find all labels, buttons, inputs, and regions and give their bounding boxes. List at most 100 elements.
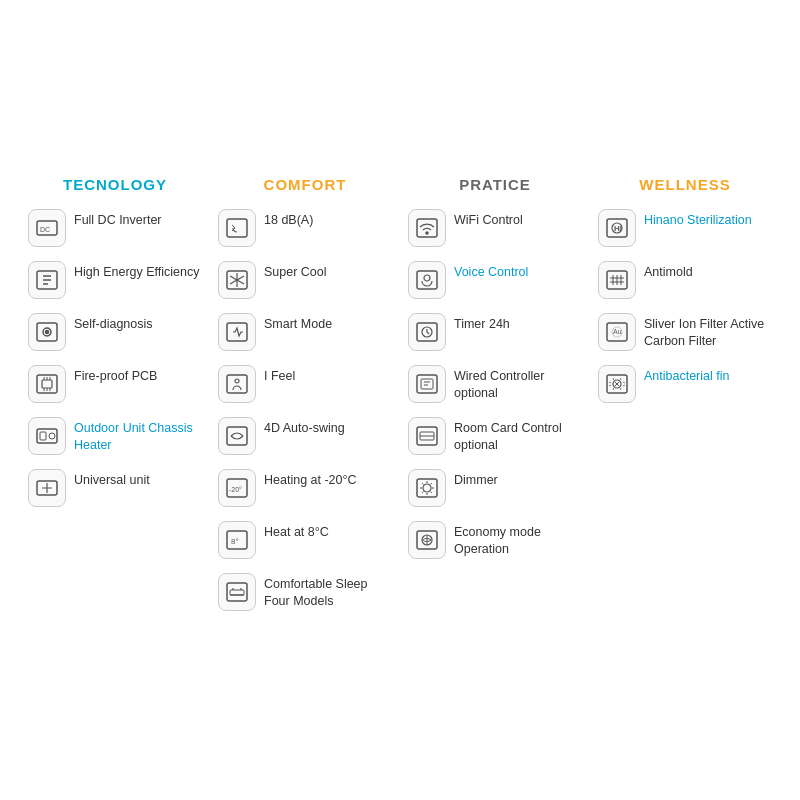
column-pratice: PRATICE WiFi Control xyxy=(400,176,590,625)
feature-timer: Timer 24h xyxy=(408,313,582,351)
feature-text-universal: Universal unit xyxy=(74,469,150,490)
icon-universal xyxy=(28,469,66,507)
feature-text-dimmer: Dimmer xyxy=(454,469,498,490)
feature-full-dc: DC Full DC Inverter xyxy=(28,209,202,247)
icon-ifeel xyxy=(218,365,256,403)
feature-text-full-dc: Full DC Inverter xyxy=(74,209,162,230)
feature-antimold: Antimold xyxy=(598,261,772,299)
icon-swing xyxy=(218,417,256,455)
svg-rect-18 xyxy=(227,427,247,445)
feature-antibac: Antibacterial fin xyxy=(598,365,772,403)
feature-text-voice: Voice Control xyxy=(454,261,528,282)
icon-heat20: -20° xyxy=(218,469,256,507)
feature-text-smart: Smart Mode xyxy=(264,313,332,334)
feature-text-ifeel: I Feel xyxy=(264,365,295,386)
icon-timer xyxy=(408,313,446,351)
feature-text-supercool: Super Cool xyxy=(264,261,327,282)
features-grid: TECNOLOGY DC Full DC Inverter xyxy=(10,156,790,645)
svg-rect-12 xyxy=(227,219,247,237)
icon-wired xyxy=(408,365,446,403)
feature-outdoor: Outdoor Unit Chassis Heater xyxy=(28,417,202,455)
svg-text:Hi: Hi xyxy=(614,224,622,233)
feature-text-outdoor: Outdoor Unit Chassis Heater xyxy=(74,417,202,455)
icon-card xyxy=(408,417,446,455)
icon-hinano: Hi xyxy=(598,209,636,247)
icon-sleep xyxy=(218,573,256,611)
icon-energy xyxy=(28,261,66,299)
feature-text-db: 18 dB(A) xyxy=(264,209,313,230)
feature-wired: Wired Controller optional xyxy=(408,365,582,403)
icon-heat8: 8° xyxy=(218,521,256,559)
feature-text-heat20: Heating at -20°C xyxy=(264,469,357,490)
feature-text-energy: High Energy Efficiency xyxy=(74,261,200,282)
svg-text:DC: DC xyxy=(40,226,50,233)
feature-text-antibac: Antibacterial fin xyxy=(644,365,729,386)
svg-point-5 xyxy=(46,330,49,333)
icon-silver: Au xyxy=(598,313,636,351)
column-comfort: COMFORT 18 dB(A) xyxy=(210,176,400,625)
comfort-title: COMFORT xyxy=(218,176,392,193)
feature-text-card: Room Card Control optional xyxy=(454,417,582,455)
wellness-title: WELLNESS xyxy=(598,176,772,193)
feature-text-timer: Timer 24h xyxy=(454,313,510,334)
feature-smart: Smart Mode xyxy=(218,313,392,351)
svg-rect-9 xyxy=(40,432,46,440)
svg-point-17 xyxy=(235,379,239,383)
feature-text-heat8: Heat at 8°C xyxy=(264,521,329,542)
icon-db xyxy=(218,209,256,247)
feature-selfdiag: Self-diagnosis xyxy=(28,313,202,351)
feature-text-silver: Sliver Ion Filter Active Carbon Filter xyxy=(644,313,772,351)
feature-voice: Voice Control xyxy=(408,261,582,299)
feature-text-antimold: Antimold xyxy=(644,261,693,282)
feature-dimmer: Dimmer xyxy=(408,469,582,507)
feature-heat20: -20° Heating at -20°C xyxy=(218,469,392,507)
feature-text-wired: Wired Controller optional xyxy=(454,365,582,403)
icon-antibac xyxy=(598,365,636,403)
icon-supercool xyxy=(218,261,256,299)
svg-text:8°: 8° xyxy=(231,537,239,546)
feature-text-sleep: Comfortable Sleep Four Models xyxy=(264,573,392,611)
feature-swing: 4D Auto-swing xyxy=(218,417,392,455)
icon-wifi xyxy=(408,209,446,247)
feature-heat8: 8° Heat at 8°C xyxy=(218,521,392,559)
feature-energy: High Energy Efficiency xyxy=(28,261,202,299)
svg-rect-31 xyxy=(417,375,437,393)
icon-dc: DC xyxy=(28,209,66,247)
main-container: TECNOLOGY DC Full DC Inverter xyxy=(0,0,800,800)
icon-voice xyxy=(408,261,446,299)
svg-rect-32 xyxy=(421,379,433,389)
feature-text-economy: Economy mode Operation xyxy=(454,521,582,559)
svg-rect-7 xyxy=(42,380,52,388)
tecnology-title: TECNOLOGY xyxy=(28,176,202,193)
feature-supercool: Super Cool xyxy=(218,261,392,299)
column-wellness: WELLNESS Hi Hinano Sterilization xyxy=(590,176,780,625)
icon-dimmer xyxy=(408,469,446,507)
icon-economy xyxy=(408,521,446,559)
svg-point-26 xyxy=(426,232,428,234)
feature-text-pcb: Fire-proof PCB xyxy=(74,365,157,386)
svg-rect-24 xyxy=(230,590,244,595)
svg-point-28 xyxy=(424,275,430,281)
feature-text-hinano: Hinano Sterilization xyxy=(644,209,752,230)
feature-pcb: Fire-proof PCB xyxy=(28,365,202,403)
icon-smart xyxy=(218,313,256,351)
svg-rect-15 xyxy=(227,323,247,341)
icon-selfdiag xyxy=(28,313,66,351)
feature-hinano: Hi Hinano Sterilization xyxy=(598,209,772,247)
icon-outdoor xyxy=(28,417,66,455)
svg-text:-20°: -20° xyxy=(229,486,242,493)
feature-text-wifi: WiFi Control xyxy=(454,209,523,230)
pratice-title: PRATICE xyxy=(408,176,582,193)
svg-text:Au: Au xyxy=(613,328,622,335)
svg-point-36 xyxy=(423,484,431,492)
feature-universal: Universal unit xyxy=(28,469,202,507)
column-tecnology: TECNOLOGY DC Full DC Inverter xyxy=(20,176,210,625)
svg-rect-16 xyxy=(227,375,247,393)
feature-text-selfdiag: Self-diagnosis xyxy=(74,313,153,334)
icon-antimold xyxy=(598,261,636,299)
feature-silver: Au Sliver Ion Filter Active Carbon Filte… xyxy=(598,313,772,351)
feature-economy: Economy mode Operation xyxy=(408,521,582,559)
svg-point-10 xyxy=(49,433,55,439)
icon-pcb xyxy=(28,365,66,403)
feature-card: Room Card Control optional xyxy=(408,417,582,455)
